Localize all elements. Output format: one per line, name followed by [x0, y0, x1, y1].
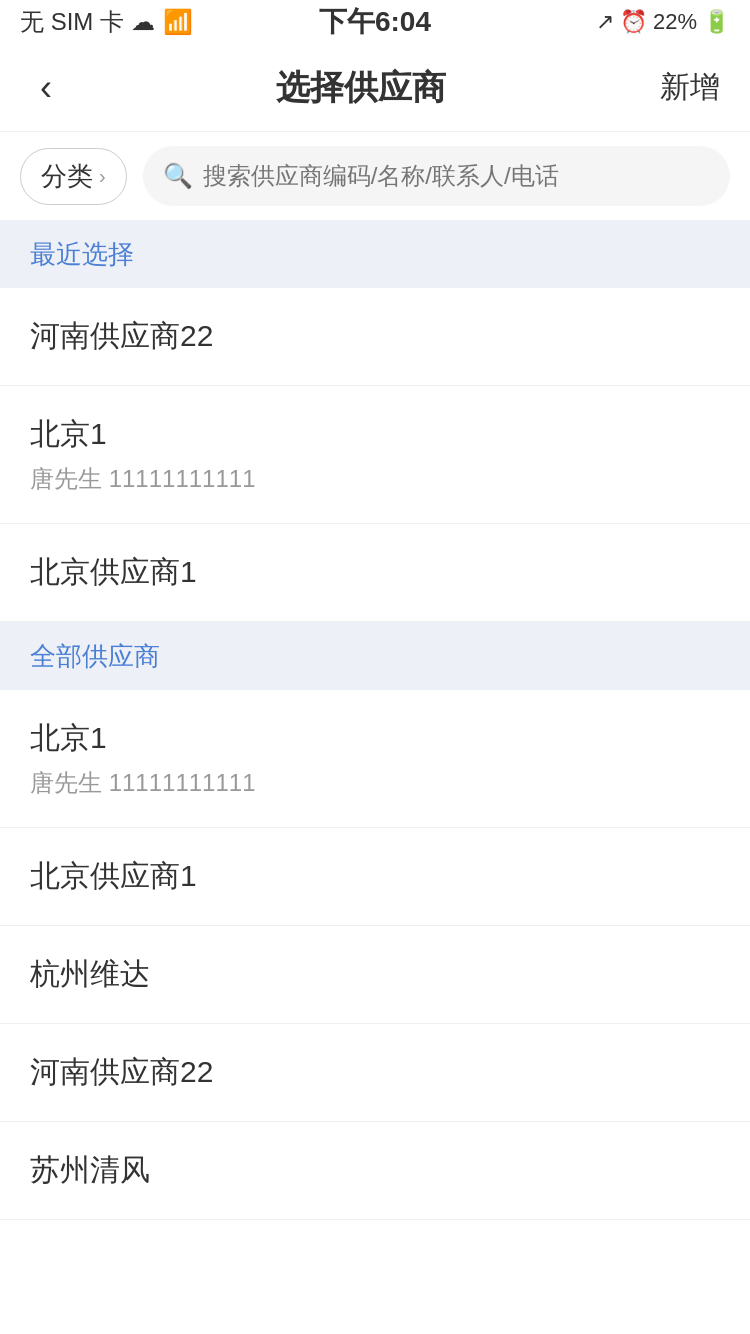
item-name: 北京1 — [30, 414, 720, 455]
status-time: 下午6:04 — [319, 3, 431, 41]
all-items-list: 北京1 唐先生 11111111111 北京供应商1 杭州维达 河南供应商22 苏… — [0, 690, 750, 1220]
item-name: 北京供应商1 — [30, 552, 720, 593]
list-item[interactable]: 北京供应商1 — [0, 524, 750, 622]
search-box[interactable]: 🔍 — [143, 146, 730, 206]
list-item[interactable]: 北京1 唐先生 11111111111 — [0, 386, 750, 524]
filter-bar: 分类 › 🔍 — [0, 132, 750, 220]
status-right: ↗ ⏰ 22% 🔋 — [596, 9, 730, 35]
search-input[interactable] — [203, 162, 710, 190]
list-item[interactable]: 北京供应商1 — [0, 828, 750, 926]
list-item[interactable]: 北京1 唐先生 11111111111 — [0, 690, 750, 828]
list-item[interactable]: 苏州清风 — [0, 1122, 750, 1220]
item-name: 北京供应商1 — [30, 856, 720, 897]
list-item[interactable]: 河南供应商22 — [0, 1024, 750, 1122]
search-icon: 🔍 — [163, 162, 193, 190]
category-label: 分类 — [41, 159, 93, 194]
item-sub: 唐先生 11111111111 — [30, 463, 720, 495]
battery-icon: 🔋 — [703, 9, 730, 35]
no-sim-label: 无 SIM 卡 ☁ — [20, 6, 155, 38]
recent-items-list: 河南供应商22 北京1 唐先生 11111111111 北京供应商1 — [0, 288, 750, 622]
item-name: 河南供应商22 — [30, 316, 720, 357]
item-name: 河南供应商22 — [30, 1052, 720, 1093]
item-name: 北京1 — [30, 718, 720, 759]
list-item[interactable]: 杭州维达 — [0, 926, 750, 1024]
page-title: 选择供应商 — [276, 65, 446, 111]
alarm-icon: ⏰ — [620, 9, 647, 35]
item-sub: 唐先生 11111111111 — [30, 767, 720, 799]
all-section-label: 全部供应商 — [30, 639, 160, 674]
item-name: 苏州清风 — [30, 1150, 720, 1191]
recent-section-header: 最近选择 — [0, 220, 750, 288]
status-bar: 无 SIM 卡 ☁ 📶 下午6:04 ↗ ⏰ 22% 🔋 — [0, 0, 750, 44]
chevron-right-icon: › — [99, 165, 106, 188]
item-name: 杭州维达 — [30, 954, 720, 995]
status-left: 无 SIM 卡 ☁ 📶 — [20, 6, 193, 38]
battery-label: 22% — [653, 9, 697, 35]
list-item[interactable]: 河南供应商22 — [0, 288, 750, 386]
recent-section-label: 最近选择 — [30, 237, 134, 272]
wifi-icon: 📶 — [163, 8, 193, 36]
back-button[interactable]: ‹ — [30, 57, 62, 119]
nav-bar: ‹ 选择供应商 新增 — [0, 44, 750, 132]
all-section-header: 全部供应商 — [0, 622, 750, 690]
add-button[interactable]: 新增 — [660, 67, 720, 108]
category-button[interactable]: 分类 › — [20, 148, 127, 205]
location-icon: ↗ — [596, 9, 614, 35]
